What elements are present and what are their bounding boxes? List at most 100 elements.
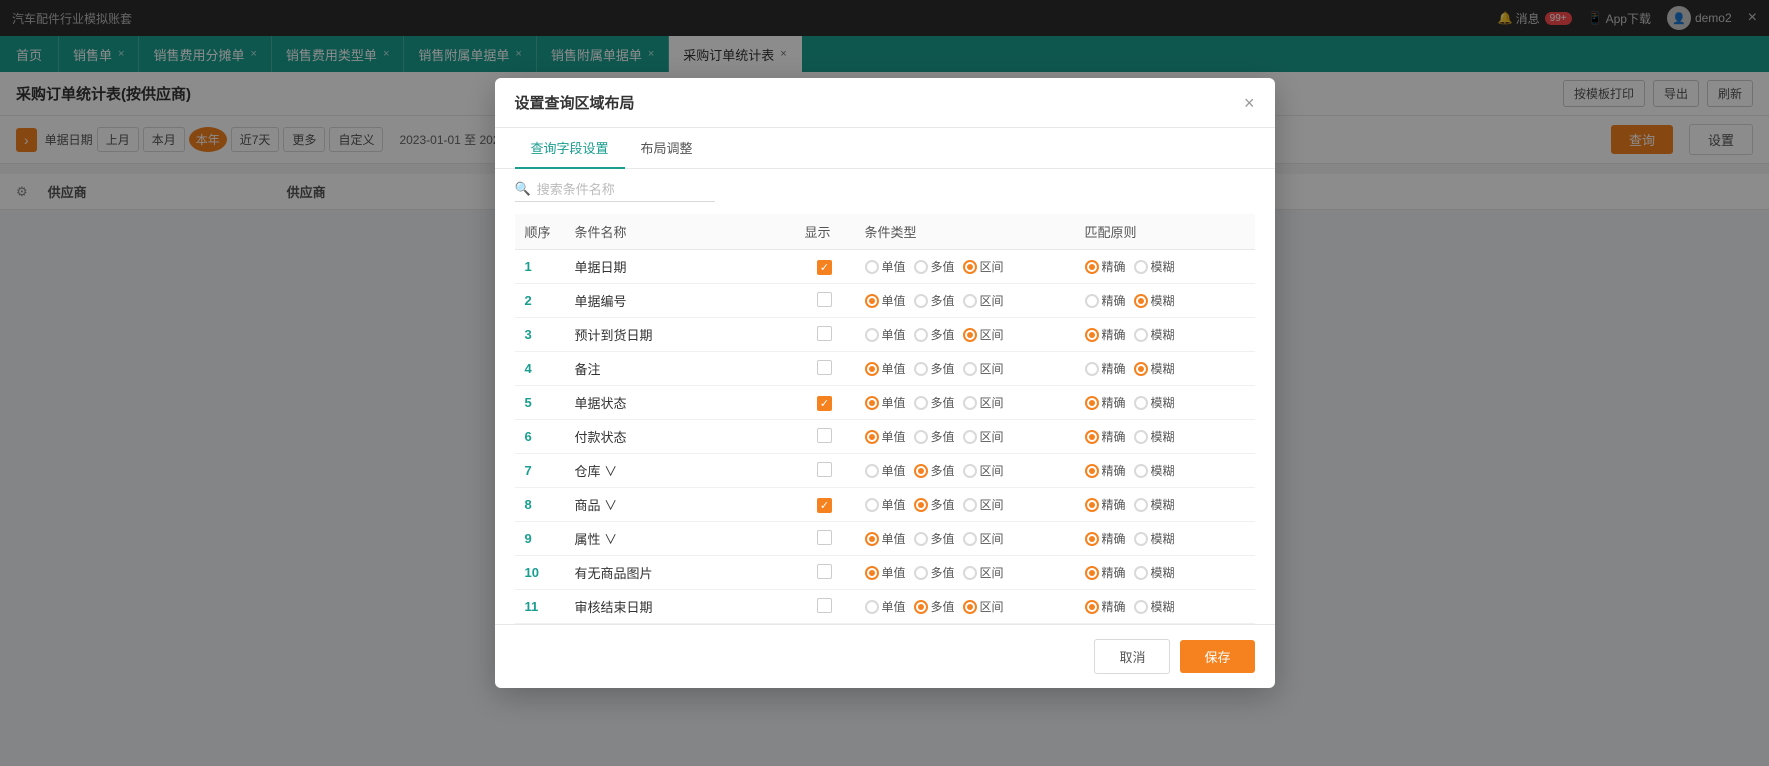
radio-type-type_single-8[interactable]: 单值: [865, 530, 906, 547]
radio-match-match_exact-4[interactable]: 精确: [1085, 394, 1126, 411]
radio-type-type_single-1[interactable]: 单值: [865, 292, 906, 309]
row-match-4: 精确模糊: [1075, 386, 1255, 420]
radio-type-type_single-7[interactable]: 单值: [865, 496, 906, 513]
radio-match-match_exact-3[interactable]: 精确: [1085, 360, 1126, 377]
radio-type-type_range-7[interactable]: 区间: [963, 496, 1004, 513]
radio-type-type_range-0[interactable]: 区间: [963, 258, 1004, 275]
checkbox-show-7[interactable]: [817, 498, 832, 513]
row-type-9: 单值多值区间: [855, 556, 1075, 590]
radio-match-match_fuzzy-1[interactable]: 模糊: [1134, 292, 1175, 309]
radio-type-type_range-5[interactable]: 区间: [963, 428, 1004, 445]
radio-type-type_multi-10[interactable]: 多值: [914, 598, 955, 615]
row-name-7: 商品 ∨: [565, 488, 795, 522]
row-match-7: 精确模糊: [1075, 488, 1255, 522]
radio-match-match_fuzzy-2[interactable]: 模糊: [1134, 326, 1175, 343]
radio-type-type_single-4[interactable]: 单值: [865, 394, 906, 411]
checkbox-show-2[interactable]: [817, 326, 832, 341]
radio-dot-2: [914, 328, 928, 342]
row-match-1: 精确模糊: [1075, 284, 1255, 318]
dialog-tab-fields[interactable]: 查询字段设置: [515, 128, 625, 169]
dialog-close-btn[interactable]: ×: [1244, 94, 1255, 112]
radio-type-type_multi-6[interactable]: 多值: [914, 462, 955, 479]
radio-match-match_exact-9[interactable]: 精确: [1085, 564, 1126, 581]
row-name-9: 有无商品图片: [565, 556, 795, 590]
radio-type-type_multi-7[interactable]: 多值: [914, 496, 955, 513]
radio-type-type_range-8[interactable]: 区间: [963, 530, 1004, 547]
radio-type-type_single-9[interactable]: 单值: [865, 564, 906, 581]
row-match-9: 精确模糊: [1075, 556, 1255, 590]
radio-match-match_exact-7[interactable]: 精确: [1085, 496, 1126, 513]
radio-type-type_range-1[interactable]: 区间: [963, 292, 1004, 309]
radio-match-match_fuzzy-9[interactable]: 模糊: [1134, 564, 1175, 581]
radio-type-type_range-9[interactable]: 区间: [963, 564, 1004, 581]
radio-type-type_single-5[interactable]: 单值: [865, 428, 906, 445]
radio-match-match_exact-1[interactable]: 精确: [1085, 292, 1126, 309]
radio-match-match_exact-6[interactable]: 精确: [1085, 462, 1126, 479]
radio-match-match_fuzzy-8[interactable]: 模糊: [1134, 530, 1175, 547]
radio-match-match_fuzzy-6[interactable]: 模糊: [1134, 462, 1175, 479]
radio-match-match_fuzzy-10[interactable]: 模糊: [1134, 598, 1175, 615]
radio-type-type_single-2[interactable]: 单值: [865, 326, 906, 343]
radio-type-type_range-2[interactable]: 区间: [963, 326, 1004, 343]
row-show-0: [795, 250, 855, 284]
radio-type-type_range-6[interactable]: 区间: [963, 462, 1004, 479]
save-btn[interactable]: 保存: [1180, 640, 1254, 673]
radio-type-type_single-3[interactable]: 单值: [865, 360, 906, 377]
checkbox-show-5[interactable]: [817, 428, 832, 443]
row-type-1: 单值多值区间: [855, 284, 1075, 318]
radio-match-match_fuzzy-5[interactable]: 模糊: [1134, 428, 1175, 445]
dialog-footer: 取消 保存: [495, 624, 1275, 688]
radio-type-type_single-10[interactable]: 单值: [865, 598, 906, 615]
radio-dot-7: [963, 498, 977, 512]
radio-type-type_multi-2[interactable]: 多值: [914, 326, 955, 343]
radio-type-type_multi-1[interactable]: 多值: [914, 292, 955, 309]
table-row: 5单据状态单值多值区间精确模糊: [515, 386, 1255, 420]
radio-type-type_multi-0[interactable]: 多值: [914, 258, 955, 275]
dialog-title: 设置查询区域布局: [515, 92, 635, 113]
radio-type-type_multi-9[interactable]: 多值: [914, 564, 955, 581]
checkbox-show-10[interactable]: [817, 598, 832, 613]
radio-type-type_single-6[interactable]: 单值: [865, 462, 906, 479]
checkbox-show-3[interactable]: [817, 360, 832, 375]
search-icon: 🔍: [515, 181, 531, 197]
radio-dot-1: [963, 294, 977, 308]
table-row: 9属性 ∨单值多值区间精确模糊: [515, 522, 1255, 556]
checkbox-show-9[interactable]: [817, 564, 832, 579]
radio-match-match_exact-8[interactable]: 精确: [1085, 530, 1126, 547]
checkbox-show-4[interactable]: [817, 396, 832, 411]
radio-dot-8: [963, 532, 977, 546]
radio-match-dot-7: [1085, 498, 1099, 512]
radio-match-match_fuzzy-0[interactable]: 模糊: [1134, 258, 1175, 275]
radio-type-type_range-10[interactable]: 区间: [963, 598, 1004, 615]
col-header-type: 条件类型: [855, 214, 1075, 250]
radio-type-type_multi-4[interactable]: 多值: [914, 394, 955, 411]
radio-match-match_exact-0[interactable]: 精确: [1085, 258, 1126, 275]
dialog-tab-layout[interactable]: 布局调整: [625, 128, 709, 169]
radio-type-type_multi-3[interactable]: 多值: [914, 360, 955, 377]
radio-match-match_fuzzy-3[interactable]: 模糊: [1134, 360, 1175, 377]
radio-type-type_range-3[interactable]: 区间: [963, 360, 1004, 377]
row-show-3: [795, 352, 855, 386]
radio-match-match_fuzzy-7[interactable]: 模糊: [1134, 496, 1175, 513]
checkbox-show-0[interactable]: [817, 260, 832, 275]
radio-dot-0: [963, 260, 977, 274]
radio-match-match_exact-10[interactable]: 精确: [1085, 598, 1126, 615]
radio-type-type_multi-8[interactable]: 多值: [914, 530, 955, 547]
checkbox-show-1[interactable]: [817, 292, 832, 307]
radio-type-type_single-0[interactable]: 单值: [865, 258, 906, 275]
search-input[interactable]: [537, 182, 697, 197]
radio-match-match_exact-5[interactable]: 精确: [1085, 428, 1126, 445]
radio-dot-9: [865, 566, 879, 580]
radio-match-match_exact-2[interactable]: 精确: [1085, 326, 1126, 343]
row-type-3: 单值多值区间: [855, 352, 1075, 386]
row-type-2: 单值多值区间: [855, 318, 1075, 352]
radio-match-match_fuzzy-4[interactable]: 模糊: [1134, 394, 1175, 411]
radio-type-type_multi-5[interactable]: 多值: [914, 428, 955, 445]
radio-match-dot-0: [1134, 260, 1148, 274]
checkbox-show-6[interactable]: [817, 462, 832, 477]
row-show-9: [795, 556, 855, 590]
checkbox-show-8[interactable]: [817, 530, 832, 545]
radio-type-type_range-4[interactable]: 区间: [963, 394, 1004, 411]
cancel-btn[interactable]: 取消: [1094, 639, 1170, 674]
dialog-overlay: 设置查询区域布局 × 查询字段设置 布局调整 🔍: [0, 0, 1769, 766]
